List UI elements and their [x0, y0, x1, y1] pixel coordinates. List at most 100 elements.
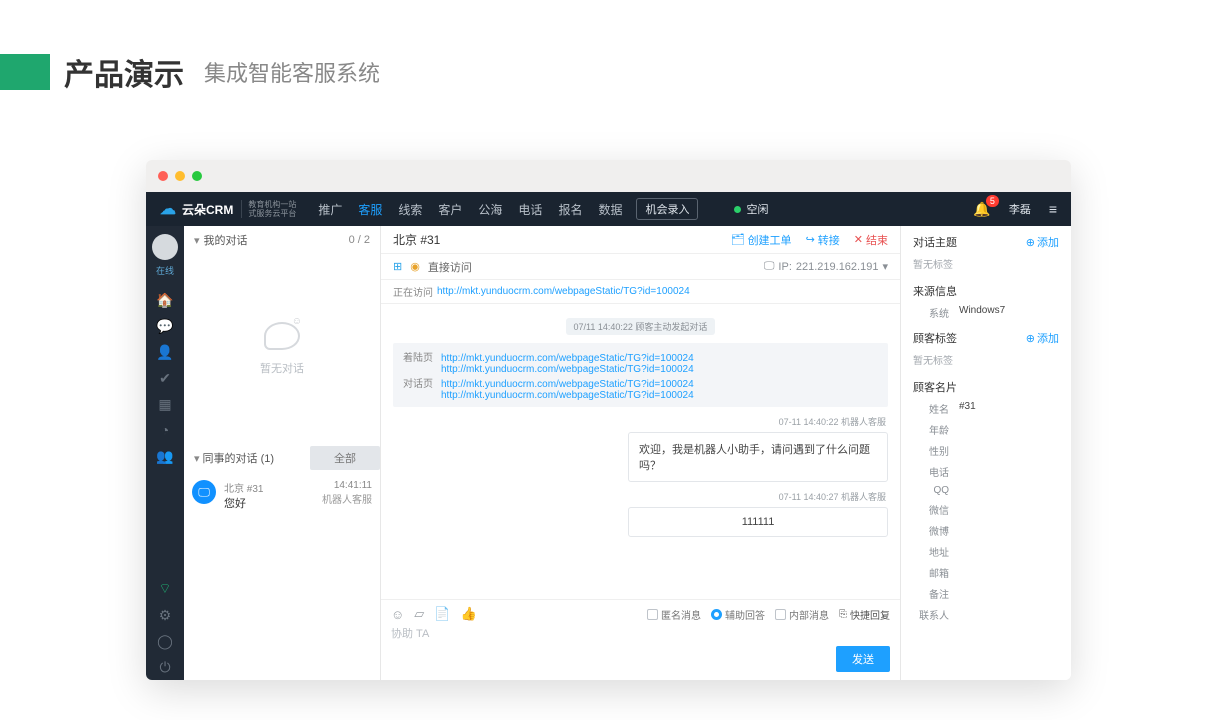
message-input[interactable] [391, 628, 890, 640]
conv-preview: 您好 [224, 495, 263, 511]
nav-leads[interactable]: 线索 [398, 201, 422, 218]
landing-link[interactable]: http://mkt.yunduocrm.com/webpageStatic/T… [441, 353, 694, 364]
bot-bubble-1: 欢迎，我是机器人小助手，请问遇到了什么问题吗？ [628, 432, 888, 482]
peer-all-button[interactable]: 全部 [310, 446, 380, 470]
nav-service[interactable]: 客服 [358, 201, 382, 218]
rail-group-icon[interactable]: 👥 [146, 443, 184, 469]
landing-label: 着陆页 [403, 349, 441, 364]
system-message: 07/11 14:40:22 顾客主动发起对话 [566, 318, 716, 335]
tags-header: 顾客标签 [913, 330, 957, 346]
create-ticket-button[interactable]: 🗂创建工单 [731, 232, 792, 248]
menu-toggle-icon[interactable]: ≡ [1049, 201, 1057, 217]
sys-key: 系统 [913, 305, 949, 320]
status-text[interactable]: 空闲 [746, 201, 768, 217]
rail-wifi-icon[interactable]: ⌔ [146, 576, 184, 602]
image-icon[interactable]: ▱ [414, 606, 424, 622]
notifications-button[interactable]: 🔔 5 [973, 201, 990, 218]
rail-user-icon[interactable]: 👤 [146, 339, 184, 365]
rail-chat-icon[interactable]: 💬 [146, 313, 184, 339]
transfer-button[interactable]: ↪转接 [806, 232, 840, 248]
status-dot-icon [734, 206, 741, 213]
internal-checkbox[interactable]: 内部消息 [775, 607, 829, 622]
nav-data[interactable]: 数据 [598, 201, 622, 218]
topic-header: 对话主题 [913, 234, 957, 250]
plus-icon: ⊕ [1026, 236, 1035, 249]
detail-column: 对话主题 ⊕添加 暂无标签 来源信息 系统 Windows7 顾客标签 ⊕添加 暂… [901, 226, 1071, 680]
chevron-down-icon[interactable]: ▾ [882, 260, 888, 273]
end-button[interactable]: ✕结束 [854, 232, 888, 248]
conv-source: 机器人客服 [322, 491, 372, 506]
rail-home-icon[interactable]: 🏠 [146, 287, 184, 313]
top-bar: ☁ 云朵CRM 教育机构一站式服务云平台 推广 客服 线索 客户 公海 电话 报… [146, 192, 1071, 226]
monitor-icon: 🖵 [764, 260, 775, 273]
monitor-icon: 🖵 [192, 480, 216, 504]
landing-link-2[interactable]: http://mkt.yunduocrm.com/webpageStatic/T… [441, 364, 694, 375]
nav-customers[interactable]: 客户 [438, 201, 462, 218]
avatar[interactable] [152, 234, 178, 260]
bot-bubble-2: 111111 [628, 507, 888, 537]
chat-column: 北京 #31 🗂创建工单 ↪转接 ✕结束 ⊞ ◉ 直接访问 🖵 IP: 221.… [381, 226, 901, 680]
rail-check-icon[interactable]: ✔ [146, 365, 184, 391]
rail-calendar-icon[interactable]: ▦ [146, 391, 184, 417]
my-conv-count: 0 / 2 [349, 234, 370, 246]
ticket-icon: 🗂 [731, 233, 745, 246]
assist-radio[interactable]: 辅助回答 [711, 607, 765, 622]
plus-icon: ⊕ [1026, 332, 1035, 345]
logo[interactable]: ☁ 云朵CRM 教育机构一站式服务云平台 [160, 199, 296, 219]
anon-checkbox[interactable]: 匿名消息 [647, 607, 701, 622]
send-button[interactable]: 发送 [836, 646, 890, 672]
add-topic-button[interactable]: ⊕添加 [1026, 234, 1059, 250]
visiting-label: 正在访问 [393, 284, 433, 299]
online-status[interactable]: 在线 [156, 264, 174, 277]
chat-info-bar: ⊞ ◉ 直接访问 🖵 IP: 221.219.162.191 ▾ [381, 254, 900, 280]
dialog-link[interactable]: http://mkt.yunduocrm.com/webpageStatic/T… [441, 379, 694, 390]
cloud-icon: ☁ [160, 199, 176, 219]
notif-badge: 5 [986, 195, 999, 207]
add-tag-button[interactable]: ⊕添加 [1026, 330, 1059, 346]
chrome-icon: ◉ [410, 260, 420, 273]
sys-val: Windows7 [959, 305, 1005, 320]
access-type: 直接访问 [428, 259, 472, 275]
peer-conv-header: ▾同事的对话 (1) 全部 [184, 444, 380, 472]
chat-header: 北京 #31 🗂创建工单 ↪转接 ✕结束 [381, 226, 900, 254]
rail-gear-icon[interactable]: ⚙ [146, 602, 184, 628]
nav-signup[interactable]: 报名 [558, 201, 582, 218]
slide-header: 产品演示 集成智能客服系统 [0, 0, 1210, 124]
close-icon[interactable] [158, 171, 168, 181]
conv-item[interactable]: 🖵 北京 #31 您好 14:41:11 机器人客服 [184, 472, 380, 519]
compose-area: ☺ ▱ 📄 👍 匿名消息 辅助回答 内部消息 ⎘快捷回复 发送 [381, 599, 900, 680]
dialog-link-2[interactable]: http://mkt.yunduocrm.com/webpageStatic/T… [441, 390, 694, 401]
rail-pie-icon[interactable]: ◔ [146, 417, 184, 443]
quick-reply-button[interactable]: ⎘快捷回复 [839, 607, 890, 622]
app-window: ☁ 云朵CRM 教育机构一站式服务云平台 推广 客服 线索 客户 公海 电话 报… [146, 160, 1071, 680]
user-name[interactable]: 李磊 [1009, 201, 1031, 217]
card-name: #31 [959, 401, 976, 416]
rail-help-icon[interactable]: ◯ [146, 628, 184, 654]
topic-empty: 暂无标签 [913, 256, 1059, 271]
peer-conv-label[interactable]: ▾同事的对话 (1) [184, 444, 284, 472]
minimize-icon[interactable] [175, 171, 185, 181]
maximize-icon[interactable] [192, 171, 202, 181]
page-info-card: 着陆页http://mkt.yunduocrm.com/webpageStati… [393, 343, 888, 407]
close-icon: ✕ [854, 233, 863, 246]
visiting-link[interactable]: http://mkt.yunduocrm.com/webpageStatic/T… [437, 286, 690, 297]
emoji-icon[interactable]: ☺ [391, 607, 404, 622]
thumbs-up-icon[interactable]: 👍 [460, 606, 476, 622]
logo-tagline: 教育机构一站式服务云平台 [241, 200, 296, 218]
mac-titlebar [146, 160, 1071, 192]
tags-empty: 暂无标签 [913, 352, 1059, 367]
file-icon[interactable]: 📄 [434, 606, 450, 622]
nav-public[interactable]: 公海 [478, 201, 502, 218]
conv-time: 14:41:11 [322, 480, 372, 491]
empty-text: 暂无对话 [260, 360, 304, 376]
logo-text: 云朵CRM [182, 201, 233, 218]
top-nav: 推广 客服 线索 客户 公海 电话 报名 数据 [318, 201, 622, 218]
opportunity-button[interactable]: 机会录入 [636, 198, 698, 220]
nav-phone[interactable]: 电话 [518, 201, 542, 218]
my-conv-header[interactable]: ▾ 我的对话 0 / 2 [184, 226, 380, 254]
rail-power-icon[interactable]: ⏻ [146, 654, 184, 680]
dialog-label: 对话页 [403, 375, 441, 390]
ip-value: 221.219.162.191 [796, 261, 879, 273]
source-header: 来源信息 [913, 283, 1059, 299]
nav-promo[interactable]: 推广 [318, 201, 342, 218]
